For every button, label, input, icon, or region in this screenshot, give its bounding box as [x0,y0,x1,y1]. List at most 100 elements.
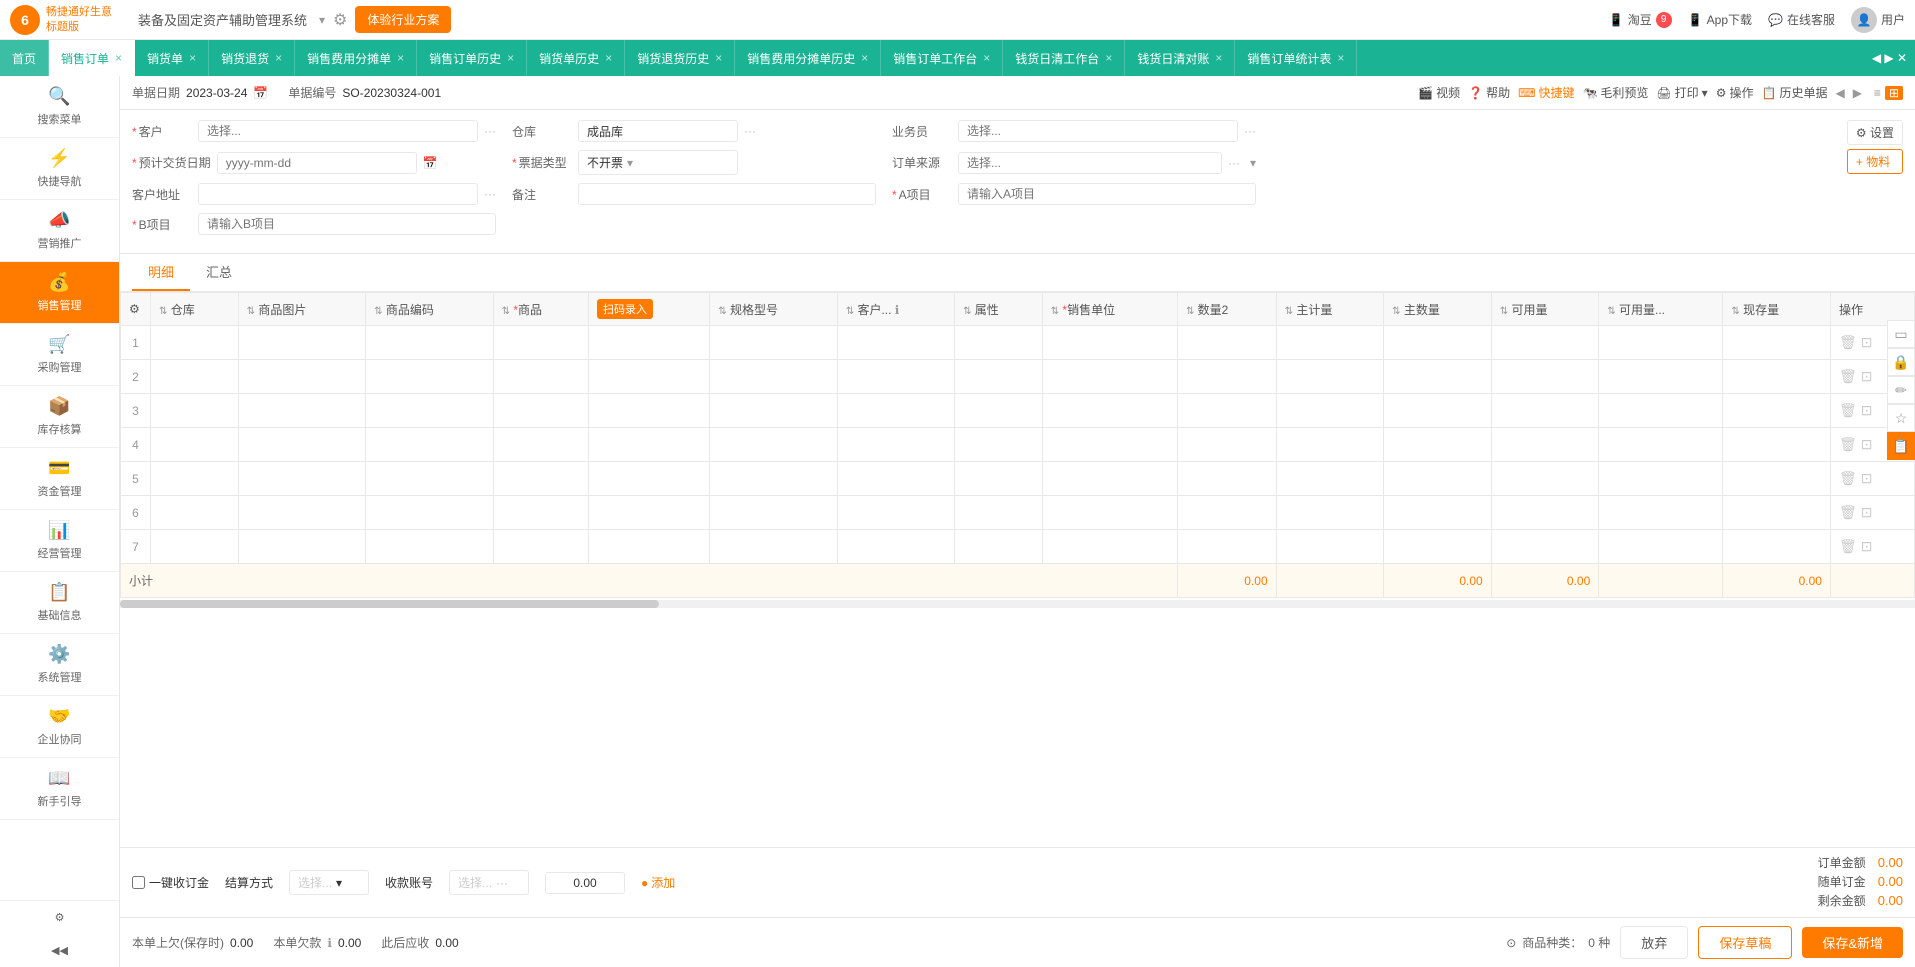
scrollbar-thumb[interactable] [120,600,659,608]
sidebar-item-guide[interactable]: 📖 新手引导 [0,758,119,820]
copy-icon[interactable]: ⊡ [1861,334,1873,351]
settings-icon[interactable]: ⚙ [333,10,347,30]
sidebar-item-purchase[interactable]: 🛒 采购管理 [0,324,119,386]
close-tab-icon[interactable]: × [397,51,404,65]
float-star-btn[interactable]: ☆ [1887,404,1915,432]
xiaomi-item[interactable]: 📱 淘豆 9 [1609,11,1672,28]
close-tab-icon[interactable]: × [115,51,122,65]
sidebar-item-marketing[interactable]: 📣 营销推广 [0,200,119,262]
bank-account-expand-icon[interactable]: ··· [496,876,508,890]
delete-icon[interactable]: 🗑 [1839,538,1857,555]
sidebar-item-quicknav[interactable]: ⚡ 快捷导航 [0,138,119,200]
sidebar-item-finance[interactable]: 💳 资金管理 [0,448,119,510]
print-btn[interactable]: 🖨 打印 ▾ [1656,84,1707,101]
delete-icon[interactable]: 🗑 [1839,402,1857,419]
payment-method-select[interactable]: 选择... ▾ [289,870,369,895]
tab-sales-return-history[interactable]: 销货退货历史 × [625,40,735,76]
copy-icon[interactable]: ⊡ [1861,402,1873,419]
sidebar-item-search[interactable]: 🔍 搜索菜单 [0,76,119,138]
nav-next-icon[interactable]: ▶ [1853,86,1862,100]
sidebar-settings-btn[interactable]: ⚙ [0,901,119,934]
close-tab-icon[interactable]: × [605,51,612,65]
staff-input[interactable] [958,120,1238,142]
sidebar-collapse-btn[interactable]: ◀◀ [0,934,119,967]
tab-sales-expense[interactable]: 销售费用分摊单 × [295,40,417,76]
close-tab-icon[interactable]: × [1215,51,1222,65]
calendar-icon[interactable]: 📅 [253,86,268,100]
warehouse-input[interactable] [578,120,738,142]
amount-input[interactable] [545,872,625,894]
project-b-input[interactable] [198,213,496,235]
float-lock-btn[interactable]: 🔒 [1887,348,1915,376]
tab-sales-order-history[interactable]: 销售订单历史 × [417,40,527,76]
save-new-btn[interactable]: 保存&新增 [1802,927,1903,958]
app-download-item[interactable]: 📱 App下载 [1688,11,1752,28]
delivery-date-input[interactable] [217,152,417,174]
customer-input[interactable] [198,120,478,142]
th-settings[interactable]: ⚙ [121,293,151,326]
scan-btn[interactable]: 扫码录入 [597,299,653,319]
list-view-icon[interactable]: ≡ [1874,86,1881,100]
industry-btn[interactable]: 体验行业方案 [355,6,451,33]
tab-sales-order[interactable]: 销售订单 × [49,40,135,76]
copy-icon[interactable]: ⊡ [1861,504,1873,521]
bank-account-select[interactable]: 选择... ··· [449,870,529,895]
sidebar-item-inventory[interactable]: 📦 库存核算 [0,386,119,448]
sidebar-item-operations[interactable]: 📊 经营管理 [0,510,119,572]
close-tab-icon[interactable]: × [507,51,514,65]
form-settings-btn[interactable]: ⚙ 设置 [1847,120,1903,145]
delete-icon[interactable]: 🗑 [1839,470,1857,487]
delete-icon[interactable]: 🗑 [1839,368,1857,385]
order-source-expand-icon[interactable]: ··· [1228,156,1240,170]
system-dropdown-icon[interactable]: ▾ [319,13,325,27]
close-tab-icon[interactable]: × [715,51,722,65]
close-tab-icon[interactable]: × [189,51,196,65]
close-tab-icon[interactable]: × [1337,51,1344,65]
sidebar-item-cooperation[interactable]: 🤝 企业协同 [0,696,119,758]
sidebar-item-sales[interactable]: 💰 销售管理 [0,262,119,324]
calendar2-icon[interactable]: 📅 [423,156,438,170]
copy-icon[interactable]: ⊡ [1861,436,1873,453]
history-btn[interactable]: 📋 历史单据 [1761,84,1827,101]
credit-info-icon[interactable]: ℹ [327,936,332,950]
tab-expense-history[interactable]: 销售费用分摊单历史 × [735,40,881,76]
float-expand-btn[interactable]: ▭ [1887,320,1915,348]
customer-code-info-icon[interactable]: ℹ [895,303,900,317]
profit-btn[interactable]: 🐄 毛利预览 [1582,84,1648,101]
nav-prev-icon[interactable]: ◀ [1835,86,1844,100]
one-click-checkbox[interactable] [132,876,145,889]
close-tab-icon[interactable]: × [1105,51,1112,65]
operations-btn[interactable]: ⚙ 操作 [1716,84,1754,101]
shortcut-btn[interactable]: ⌨ 快捷键 [1518,84,1574,101]
delete-icon[interactable]: 🗑 [1839,334,1857,351]
customer-expand-icon[interactable]: ··· [484,124,496,138]
tab-sales-return[interactable]: 销货退货 × [209,40,295,76]
warehouse-expand-icon[interactable]: ··· [744,124,756,138]
float-clipboard-btn[interactable]: 📋 [1887,432,1915,460]
tab-cash-workbench[interactable]: 钱货日清工作台 × [1003,40,1125,76]
horizontal-scrollbar[interactable] [120,600,1915,608]
close-tab-icon[interactable]: × [275,51,282,65]
float-edit-btn[interactable]: ✏ [1887,376,1915,404]
user-item[interactable]: 👤 用户 [1851,7,1905,33]
view-btn[interactable]: 🎬 视频 [1418,84,1460,101]
sidebar-item-basic[interactable]: 📋 基础信息 [0,572,119,634]
add-goods-btn[interactable]: + 物料 [1847,149,1903,174]
help-btn[interactable]: ❓ 帮助 [1468,84,1510,101]
tab-sales-slip[interactable]: 销货单 × [135,40,209,76]
card-view-icon[interactable]: ⊞ [1885,86,1903,100]
delete-icon[interactable]: 🗑 [1839,436,1857,453]
invoice-type-select[interactable]: 不开票 ▾ [578,150,738,175]
copy-icon[interactable]: ⊡ [1861,538,1873,555]
discard-btn[interactable]: 放弃 [1620,926,1688,959]
copy-icon[interactable]: ⊡ [1861,368,1873,385]
address-expand-icon[interactable]: ··· [484,187,496,201]
notes-input[interactable] [578,183,876,205]
staff-expand-icon[interactable]: ··· [1244,124,1256,138]
copy-icon[interactable]: ⊡ [1861,470,1873,487]
order-source-input[interactable] [958,152,1222,174]
sidebar-item-system[interactable]: ⚙️ 系统管理 [0,634,119,696]
close-tab-icon[interactable]: × [861,51,868,65]
tab-sales-workbench[interactable]: 销售订单工作台 × [881,40,1003,76]
nav-tab-more[interactable]: ◀ ▶ ✕ [1864,51,1915,65]
